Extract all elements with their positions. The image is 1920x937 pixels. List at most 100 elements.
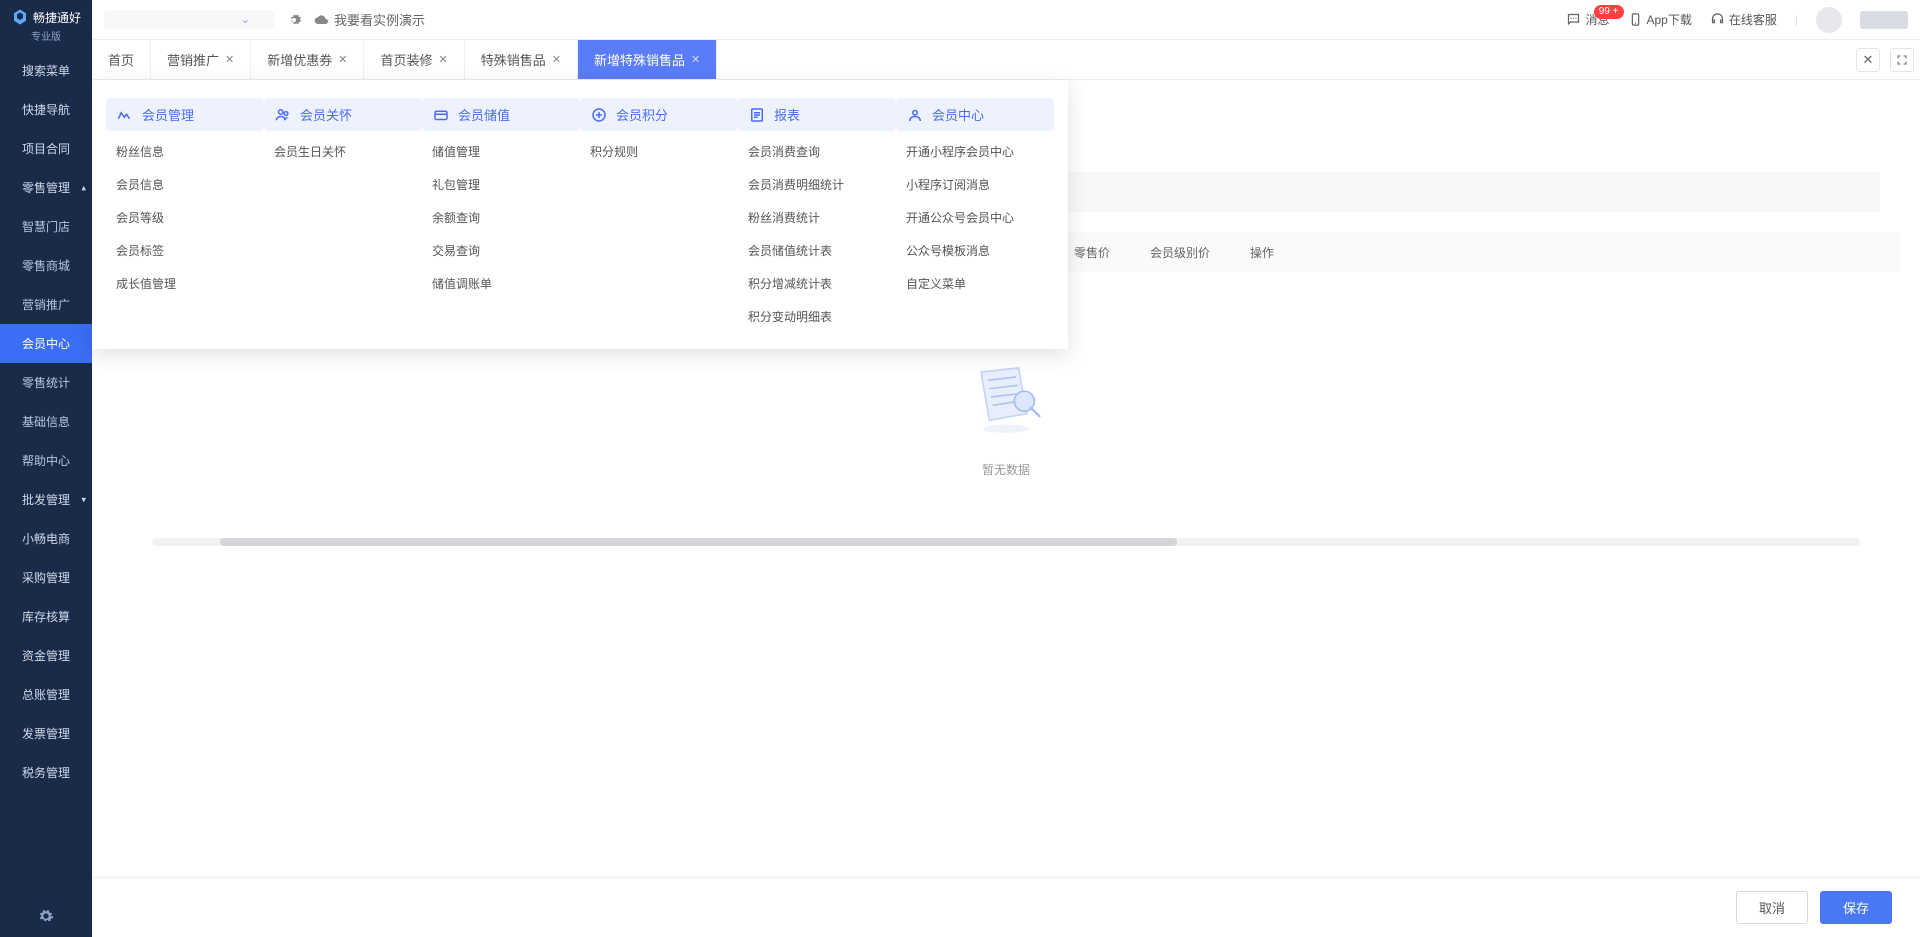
sidebar-item-purchase[interactable]: 采购管理	[0, 558, 92, 597]
mega-link-balance-query[interactable]: 余额查询	[432, 209, 570, 226]
user-badge[interactable]	[1860, 11, 1908, 29]
sidebar-item-ecommerce[interactable]: 小畅电商	[0, 519, 92, 558]
close-icon[interactable]: ✕	[338, 53, 347, 66]
mega-head-member-care[interactable]: 会员关怀	[264, 98, 422, 131]
member-care-icon	[274, 106, 292, 124]
chevron-down-icon: ⌄	[241, 13, 250, 26]
tab-special-product[interactable]: 特殊销售品✕	[465, 40, 578, 79]
app-download-label: App下载	[1647, 11, 1692, 28]
mega-link-deposit-stats[interactable]: 会员储值统计表	[748, 242, 886, 259]
app-download-button[interactable]: App下载	[1628, 11, 1692, 28]
online-service-button[interactable]: 在线客服	[1710, 11, 1777, 28]
mega-link-birthday-care[interactable]: 会员生日关怀	[274, 143, 412, 160]
online-service-label: 在线客服	[1729, 11, 1777, 28]
close-icon[interactable]: ✕	[439, 53, 448, 66]
chevron-up-icon: ▴	[81, 182, 86, 193]
phone-icon	[1628, 12, 1643, 27]
sidebar-item-retail[interactable]: 零售管理▴	[0, 168, 92, 207]
settings-button[interactable]	[286, 12, 302, 28]
org-selector[interactable]: ⌄	[104, 10, 274, 29]
close-all-tabs-button[interactable]: ✕	[1856, 48, 1880, 72]
sidebar-item-ledger[interactable]: 总账管理	[0, 675, 92, 714]
mega-link-fans-consume[interactable]: 粉丝消费统计	[748, 209, 886, 226]
save-button[interactable]: 保存	[1820, 891, 1892, 924]
member-points-icon	[590, 106, 608, 124]
mega-head-member-points[interactable]: 会员积分	[580, 98, 738, 131]
sidebar-sub-help-center[interactable]: 帮助中心	[0, 441, 92, 480]
brand-area: 畅捷通好 专业版	[0, 0, 92, 51]
brand-name: 畅捷通好	[33, 9, 81, 26]
horizontal-scrollbar[interactable]	[152, 538, 1860, 546]
topbar: ⌄ 我要看实例演示 消息 99 + App下载	[92, 0, 1920, 40]
tab-home[interactable]: 首页	[92, 40, 151, 79]
mega-link-member-info[interactable]: 会员信息	[116, 176, 254, 193]
sidebar-sub-marketing[interactable]: 营销推广	[0, 285, 92, 324]
avatar[interactable]	[1816, 7, 1842, 33]
sidebar-sub-basic-info[interactable]: 基础信息	[0, 402, 92, 441]
sidebar-item-tax[interactable]: 税务管理	[0, 753, 92, 792]
mega-link-member-tag[interactable]: 会员标签	[116, 242, 254, 259]
sidebar-settings[interactable]	[0, 898, 92, 937]
divider: |	[1795, 13, 1798, 27]
mega-link-transaction-query[interactable]: 交易查询	[432, 242, 570, 259]
sidebar-sub-member-center[interactable]: 会员中心	[0, 324, 92, 363]
sidebar-item-finance[interactable]: 资金管理	[0, 636, 92, 675]
mega-link-points-change[interactable]: 积分变动明细表	[748, 308, 886, 325]
mega-link-deposit-adjust[interactable]: 储值调账单	[432, 275, 570, 292]
messages-button[interactable]: 消息 99 +	[1566, 11, 1609, 28]
scrollbar-thumb[interactable]	[220, 538, 1176, 546]
member-center-icon	[906, 106, 924, 124]
mega-head-reports[interactable]: 报表	[738, 98, 896, 131]
brand-edition: 专业版	[4, 28, 88, 43]
sidebar: 畅捷通好 专业版 搜索菜单 快捷导航 项目合同 零售管理▴ 智慧门店 零售商城 …	[0, 0, 92, 937]
tab-new-coupon[interactable]: 新增优惠券✕	[251, 40, 364, 79]
expand-icon	[1896, 54, 1908, 66]
mega-link-member-level[interactable]: 会员等级	[116, 209, 254, 226]
brand-logo-icon	[11, 8, 29, 26]
sidebar-item-quick-nav[interactable]: 快捷导航	[0, 90, 92, 129]
close-icon[interactable]: ✕	[691, 53, 700, 66]
mega-link-wechat-template[interactable]: 公众号模板消息	[906, 242, 1044, 259]
mega-link-consume-query[interactable]: 会员消费查询	[748, 143, 886, 160]
mega-link-open-miniapp[interactable]: 开通小程序会员中心	[906, 143, 1044, 160]
sidebar-item-project-contract[interactable]: 项目合同	[0, 129, 92, 168]
mega-link-points-stats[interactable]: 积分增减统计表	[748, 275, 886, 292]
demo-link[interactable]: 我要看实例演示	[314, 10, 425, 29]
gear-icon	[38, 908, 54, 924]
headset-icon	[1710, 12, 1725, 27]
close-icon[interactable]: ✕	[225, 53, 234, 66]
member-manage-icon	[116, 106, 134, 124]
close-icon[interactable]: ✕	[552, 53, 561, 66]
mega-head-member-center[interactable]: 会员中心	[896, 98, 1054, 131]
mega-link-points-rule[interactable]: 积分规则	[590, 143, 728, 160]
tab-homepage-decorate[interactable]: 首页装修✕	[364, 40, 464, 79]
sidebar-sub-retail-stats[interactable]: 零售统计	[0, 363, 92, 402]
report-icon	[748, 106, 766, 124]
th-member-level-price: 会员级别价	[1122, 244, 1222, 261]
sidebar-item-wholesale[interactable]: 批发管理▾	[0, 480, 92, 519]
gear-icon	[286, 12, 302, 28]
mega-link-custom-menu[interactable]: 自定义菜单	[906, 275, 1044, 292]
mega-link-open-wechat[interactable]: 开通公众号会员中心	[906, 209, 1044, 226]
mega-link-gift-manage[interactable]: 礼包管理	[432, 176, 570, 193]
tab-marketing[interactable]: 营销推广✕	[151, 40, 251, 79]
fullscreen-button[interactable]	[1890, 48, 1914, 72]
sidebar-item-inventory[interactable]: 库存核算	[0, 597, 92, 636]
sidebar-item-search-menu[interactable]: 搜索菜单	[0, 51, 92, 90]
empty-text: 暂无数据	[112, 461, 1900, 478]
sidebar-sub-retail-mall[interactable]: 零售商城	[0, 246, 92, 285]
th-action: 操作	[1222, 244, 1302, 261]
tabs-row: 首页 营销推广✕ 新增优惠券✕ 首页装修✕ 特殊销售品✕ 新增特殊销售品✕ ✕	[92, 40, 1920, 80]
mega-link-deposit-manage[interactable]: 储值管理	[432, 143, 570, 160]
demo-text: 我要看实例演示	[334, 10, 425, 29]
sidebar-sub-smart-store[interactable]: 智慧门店	[0, 207, 92, 246]
mega-link-growth[interactable]: 成长值管理	[116, 275, 254, 292]
mega-link-consume-detail[interactable]: 会员消费明细统计	[748, 176, 886, 193]
mega-link-fans-info[interactable]: 粉丝信息	[116, 143, 254, 160]
mega-head-member-deposit[interactable]: 会员储值	[422, 98, 580, 131]
mega-link-miniapp-subscribe[interactable]: 小程序订阅消息	[906, 176, 1044, 193]
sidebar-item-invoice[interactable]: 发票管理	[0, 714, 92, 753]
tab-new-special-product[interactable]: 新增特殊销售品✕	[578, 40, 717, 79]
mega-head-member-manage[interactable]: 会员管理	[106, 98, 264, 131]
cancel-button[interactable]: 取消	[1736, 891, 1808, 924]
